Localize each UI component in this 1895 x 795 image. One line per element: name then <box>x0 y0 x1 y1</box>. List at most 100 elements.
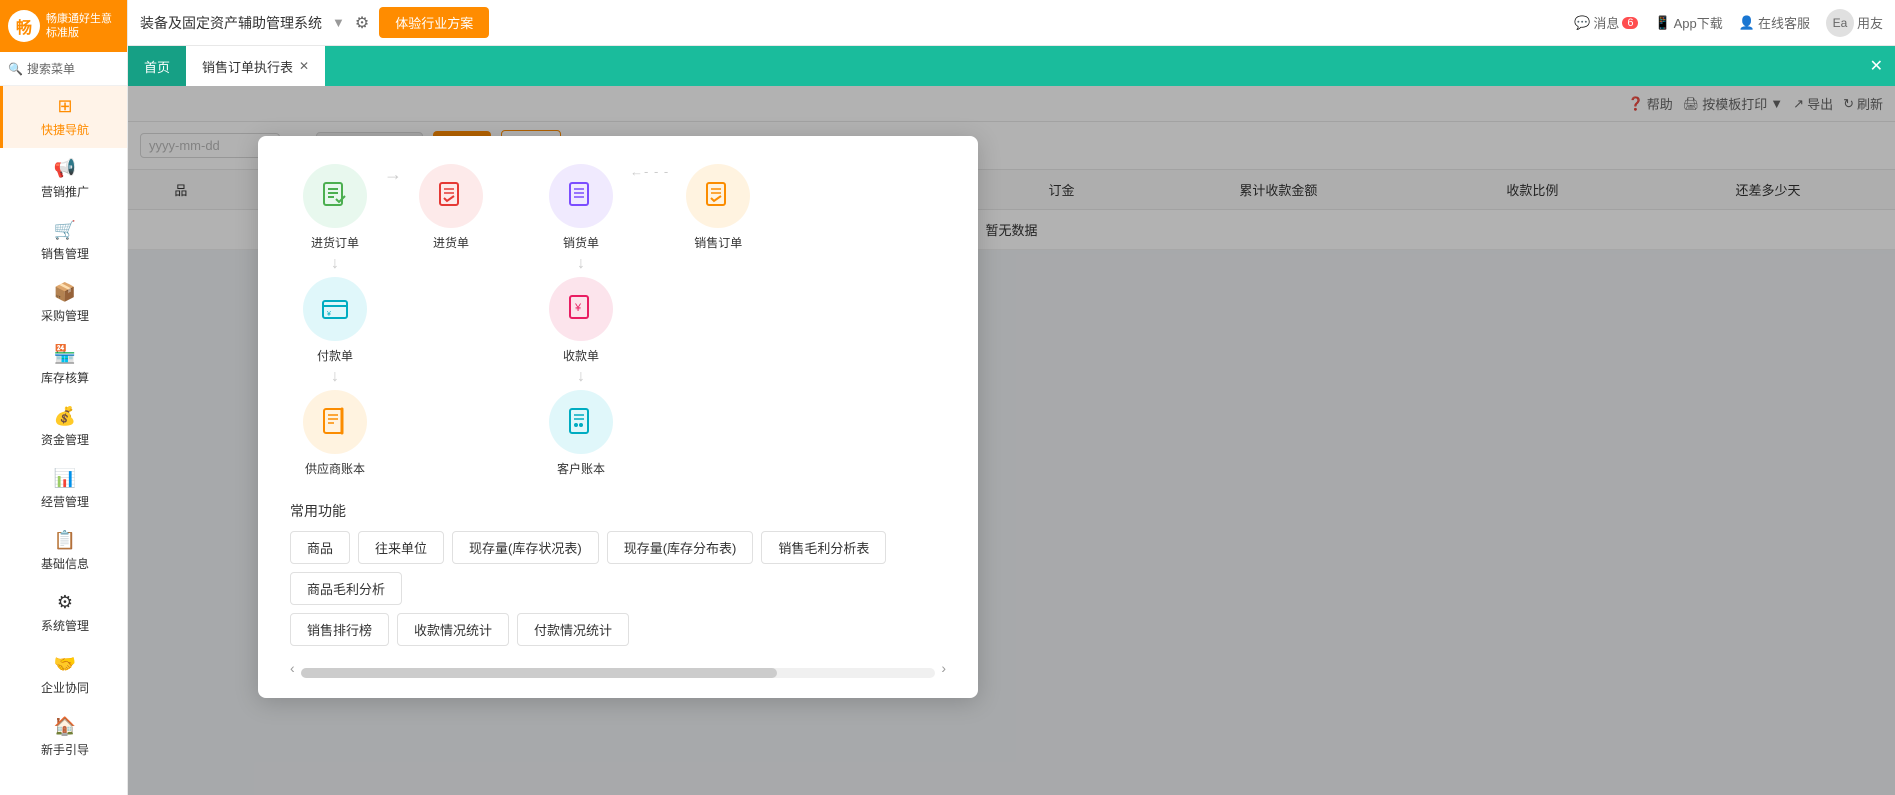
payment-icon: ¥ <box>303 277 367 341</box>
flow-node-purchase-bill[interactable]: 进货单 <box>406 164 496 251</box>
svg-text:¥: ¥ <box>574 302 582 314</box>
flow-col-left: 进货订单 ↓ ¥ 付款单 ↓ <box>290 164 380 477</box>
system-title: 装备及固定资产辅助管理系统 <box>140 13 322 33</box>
tab-close-icon[interactable]: ✕ <box>299 59 309 73</box>
purchase-bill-icon <box>419 164 483 228</box>
sidebar-item-finance[interactable]: 💰 资金管理 <box>0 396 127 458</box>
func-btns-row1: 商品 往来单位 现存量(库存状况表) 现存量(库存分布表) 销售毛利分析表 商品… <box>290 531 946 605</box>
flow-col-mid: 进货单 <box>406 164 496 251</box>
tab-bar-close-icon[interactable]: ✕ <box>1870 56 1883 76</box>
online-service-btn[interactable]: 👤 在线客服 <box>1739 13 1810 32</box>
scrollbar-thumb[interactable] <box>301 668 777 678</box>
sales-order-icon <box>686 164 750 228</box>
supplier-ledger-icon <box>303 390 367 454</box>
func-btn-payment-stat[interactable]: 付款情况统计 <box>517 613 629 646</box>
flow-node-sales-order[interactable]: 销售订单 <box>673 164 763 251</box>
sidebar-item-enterprise[interactable]: 🤝 企业协同 <box>0 644 127 706</box>
header-right: 💬 消息 6 📱 App下载 👤 在线客服 Ea 用友 <box>1574 9 1883 37</box>
sidebar-item-inventory[interactable]: 🏪 库存核算 <box>0 334 127 396</box>
logo-text: 畅康通好生意 标准版 <box>46 12 112 41</box>
sidebar-item-purchase[interactable]: 📦 采购管理 <box>0 272 127 334</box>
sidebar-item-sales[interactable]: 🛒 销售管理 <box>0 210 127 272</box>
payment-label: 付款单 <box>317 347 353 364</box>
content-area: ❓ 帮助 🖨 按模板打印 ▼ ↗ 导出 ↻ 刷新 <box>128 86 1895 795</box>
sidebar-item-system[interactable]: ⚙ 系统管理 <box>0 582 127 644</box>
basic-info-icon: 📋 <box>54 530 76 551</box>
flow-node-customer-ledger[interactable]: 客户账本 <box>536 390 626 477</box>
purchase-icon: 📦 <box>54 282 76 303</box>
gear-icon[interactable]: ⚙ <box>355 13 369 33</box>
flow-col-sales-order: 销售订单 <box>673 164 763 251</box>
arrow-down-2: ↓ <box>577 255 585 273</box>
flow-node-receipt[interactable]: ¥ 收款单 <box>536 277 626 364</box>
marketing-icon: 📢 <box>54 158 76 179</box>
app-download-btn[interactable]: 📱 App下载 <box>1654 13 1722 32</box>
flow-node-sales-bill[interactable]: 销货单 <box>536 164 626 251</box>
func-btns-row2: 销售排行榜 收款情况统计 付款情况统计 <box>290 613 946 646</box>
sidebar-item-quick-nav[interactable]: ⊞ 快捷导航 <box>0 86 127 148</box>
customer-ledger-icon <box>549 390 613 454</box>
arrow-right-1: → <box>380 164 406 185</box>
sidebar-search[interactable]: 🔍 搜索菜单 <box>0 52 127 86</box>
newcomer-icon: 🏠 <box>54 716 76 737</box>
receipt-icon: ¥ <box>549 277 613 341</box>
scrollbar-track[interactable] <box>301 668 936 678</box>
sidebar-item-marketing[interactable]: 📢 营销推广 <box>0 148 127 210</box>
enterprise-icon: 🤝 <box>54 654 76 675</box>
finance-icon: 💰 <box>54 406 76 427</box>
scroll-left-arrow[interactable]: ‹ <box>290 660 295 676</box>
sales-bill-label: 销货单 <box>563 234 599 251</box>
common-func-title: 常用功能 <box>290 501 946 521</box>
inventory-icon: 🏪 <box>54 344 76 365</box>
message-icon: 💬 <box>1574 15 1590 31</box>
func-btn-product[interactable]: 商品 <box>290 531 350 564</box>
message-badge: 6 <box>1622 17 1638 29</box>
flow-col-sales: 销货单 ↓ ¥ 收款单 ↓ <box>536 164 626 477</box>
logo-icon: 畅 <box>8 10 40 42</box>
flow-node-payment[interactable]: ¥ 付款单 <box>290 277 380 364</box>
popup-scrollbar-area: ‹ › <box>290 658 946 678</box>
sidebar-item-operation[interactable]: 📊 经营管理 <box>0 458 127 520</box>
service-icon: 👤 <box>1739 15 1755 31</box>
quick-nav-icon: ⊞ <box>57 96 72 117</box>
tab-home[interactable]: 首页 <box>128 46 186 86</box>
message-btn[interactable]: 💬 消息 6 <box>1574 13 1638 32</box>
flow-node-supplier-ledger[interactable]: 供应商账本 <box>290 390 380 477</box>
search-icon: 🔍 <box>8 62 23 76</box>
func-btn-product-profit[interactable]: 商品毛利分析 <box>290 572 402 605</box>
sidebar-logo[interactable]: 畅 畅康通好生意 标准版 <box>0 0 127 52</box>
func-btn-stock-dist[interactable]: 现存量(库存分布表) <box>607 531 754 564</box>
flow-diagram: 进货订单 ↓ ¥ 付款单 ↓ <box>290 164 946 477</box>
tab-bar: 首页 销售订单执行表 ✕ ✕ <box>128 46 1895 86</box>
popup-card: 进货订单 ↓ ¥ 付款单 ↓ <box>258 136 978 698</box>
scroll-right-arrow[interactable]: › <box>941 660 946 676</box>
supplier-ledger-label: 供应商账本 <box>305 460 365 477</box>
phone-icon: 📱 <box>1654 15 1670 31</box>
tab-sales-order[interactable]: 销售订单执行表 ✕ <box>186 46 325 86</box>
purchase-order-label: 进货订单 <box>311 234 359 251</box>
purchase-order-icon <box>303 164 367 228</box>
arrow-down-4: ↓ <box>577 368 585 386</box>
sales-icon: 🛒 <box>54 220 76 241</box>
experience-btn[interactable]: 体验行业方案 <box>379 7 489 38</box>
flow-node-purchase-order[interactable]: 进货订单 <box>290 164 380 251</box>
sales-bill-icon <box>549 164 613 228</box>
dropdown-arrow[interactable]: ▼ <box>332 15 345 30</box>
func-btn-stock-status[interactable]: 现存量(库存状况表) <box>452 531 599 564</box>
sidebar-item-newcomer[interactable]: 🏠 新手引导 <box>0 706 127 768</box>
sidebar: 畅 畅康通好生意 标准版 🔍 搜索菜单 ⊞ 快捷导航 📢 营销推广 🛒 销售管理… <box>0 0 128 795</box>
sidebar-item-basic-info[interactable]: 📋 基础信息 <box>0 520 127 582</box>
system-icon: ⚙ <box>57 592 73 613</box>
user-btn[interactable]: Ea 用友 <box>1826 9 1883 37</box>
func-btn-receipt-stat[interactable]: 收款情况统计 <box>397 613 509 646</box>
func-btn-partner[interactable]: 往来单位 <box>358 531 444 564</box>
receipt-label: 收款单 <box>563 347 599 364</box>
avatar: Ea <box>1826 9 1854 37</box>
operation-icon: 📊 <box>54 468 76 489</box>
func-btn-sales-rank[interactable]: 销售排行榜 <box>290 613 389 646</box>
func-btn-sales-profit[interactable]: 销售毛利分析表 <box>761 531 886 564</box>
dash-arrow-right: ←- - - <box>626 164 673 179</box>
purchase-bill-label: 进货单 <box>433 234 469 251</box>
arrow-down-1: ↓ <box>331 255 339 273</box>
top-header: 装备及固定资产辅助管理系统 ▼ ⚙ 体验行业方案 💬 消息 6 📱 App下载 … <box>128 0 1895 46</box>
